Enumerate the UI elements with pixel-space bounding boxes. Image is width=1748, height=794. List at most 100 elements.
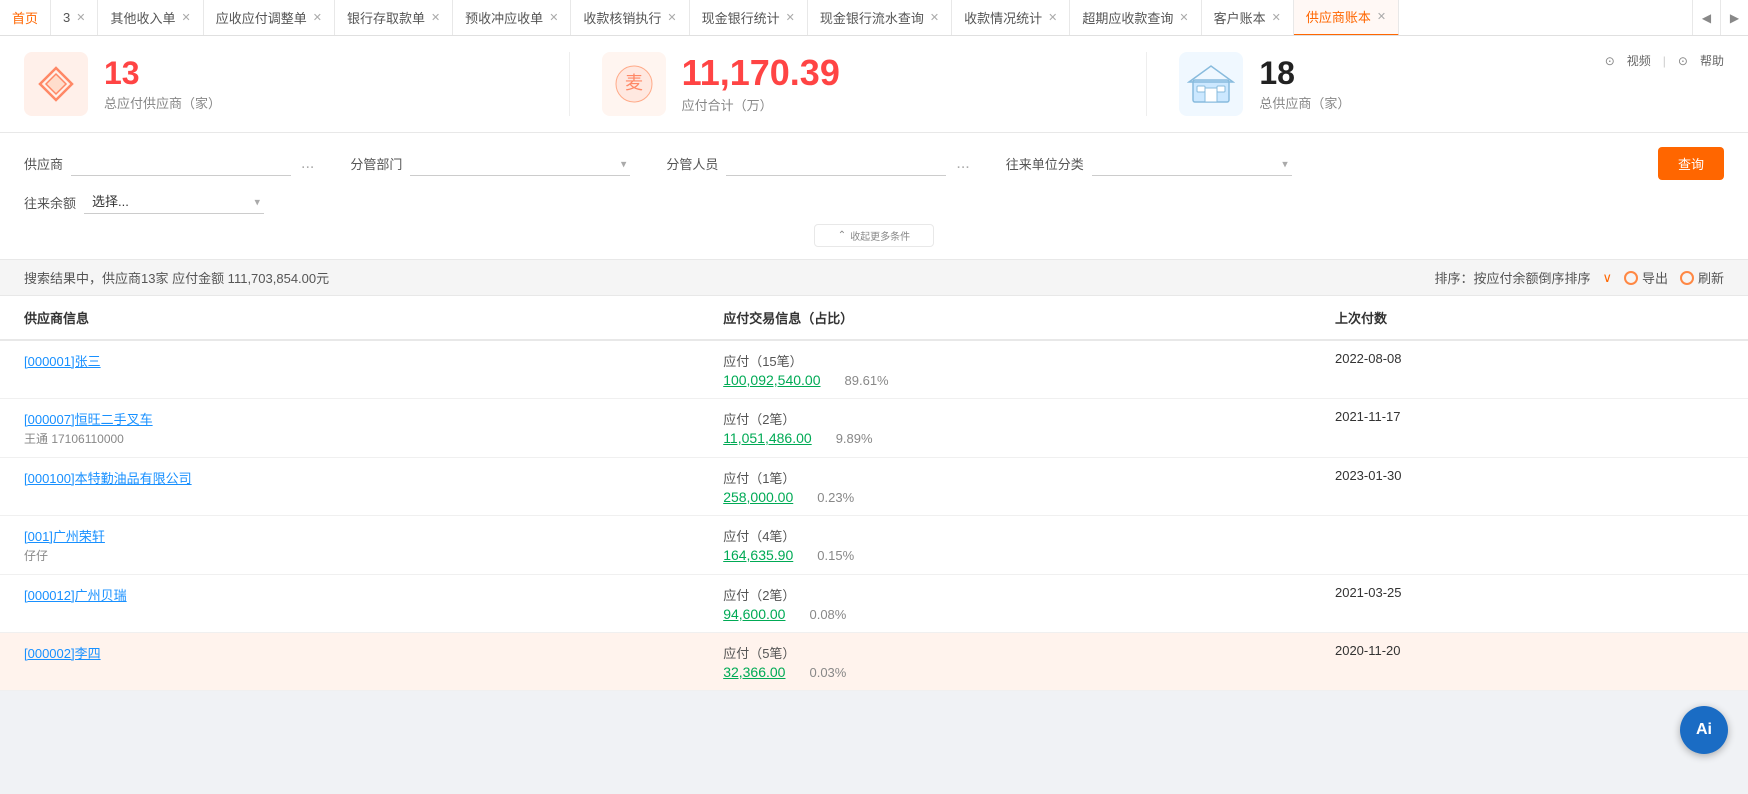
amount-label: 应付合计（万） bbox=[682, 95, 840, 114]
nav-tab-ar-ap-adjust[interactable]: 应收应付调整单 ✕ bbox=[204, 0, 335, 36]
balance-select[interactable]: 选择... bbox=[84, 190, 264, 214]
pay-amount-row: 258,000.000.23% bbox=[723, 489, 1287, 505]
supplier-link[interactable]: [000002]李四 bbox=[24, 646, 101, 661]
sort-arrow[interactable]: ∨ bbox=[1602, 270, 1612, 286]
svg-text:麦: 麦 bbox=[625, 73, 643, 93]
nav-tab-cash-flow[interactable]: 现金银行流水查询 ✕ bbox=[808, 0, 952, 36]
category-label: 往来单位分类 bbox=[1006, 154, 1084, 173]
table-header-row: 供应商信息 应付交易信息（占比） 上次付数 bbox=[0, 296, 1748, 340]
table-row: [000100]本特勤油品有限公司应付（1笔）258,000.000.23%20… bbox=[0, 458, 1748, 516]
pay-label: 应付（2笔） bbox=[723, 409, 1287, 428]
close-icon[interactable]: ✕ bbox=[181, 11, 190, 24]
nav-tab-label: 应收应付调整单 bbox=[216, 8, 307, 27]
nav-tab-home[interactable]: 首页 bbox=[0, 0, 51, 36]
person-label: 分管人员 bbox=[666, 154, 718, 173]
refresh-button[interactable]: 刷新 bbox=[1680, 268, 1724, 287]
filter-category: 往来单位分类 bbox=[1006, 152, 1292, 176]
person-input[interactable] bbox=[726, 152, 946, 176]
summary-card-amount: 麦 11,170.39 应付合计（万） bbox=[569, 52, 1147, 116]
category-select[interactable] bbox=[1092, 152, 1292, 176]
table-row: [000012]广州贝瑞应付（2笔）94,600.000.08%2021-03-… bbox=[0, 575, 1748, 633]
results-info: 搜索结果中，供应商13家 应付金额 111,703,854.00元 bbox=[24, 268, 1434, 287]
pay-amount[interactable]: 11,051,486.00 bbox=[723, 430, 812, 446]
close-icon[interactable]: ✕ bbox=[549, 11, 558, 24]
supplier-link[interactable]: [000100]本特勤油品有限公司 bbox=[24, 471, 192, 486]
close-icon[interactable]: ✕ bbox=[1048, 11, 1057, 24]
pay-amount[interactable]: 164,635.90 bbox=[723, 547, 793, 563]
supplier-label: 供应商 bbox=[24, 154, 63, 173]
person-dots: ... bbox=[956, 155, 969, 173]
nav-tab-bank[interactable]: 银行存取款单 ✕ bbox=[335, 0, 453, 36]
dept-select[interactable] bbox=[410, 152, 630, 176]
nav-tab-label: 3 bbox=[63, 10, 70, 25]
pay-amount-row: 100,092,540.00 89.61% bbox=[723, 372, 1287, 388]
nav-tab-prepay[interactable]: 预收冲应收单 ✕ bbox=[453, 0, 571, 36]
supplier-input[interactable] bbox=[71, 152, 291, 176]
table-row: [000001]张三应付（15笔）100,092,540.0089.61%202… bbox=[0, 340, 1748, 399]
pay-amount[interactable]: 32,366.00 bbox=[723, 664, 785, 680]
payment-cell: 应付（2笔）94,600.000.08% bbox=[699, 575, 1311, 633]
close-icon[interactable]: ✕ bbox=[786, 11, 795, 24]
nav-tab-other-income[interactable]: 其他收入单 ✕ bbox=[98, 0, 203, 36]
nav-tab-overdue[interactable]: 超期应收款查询 ✕ bbox=[1070, 0, 1201, 36]
close-icon[interactable]: ✕ bbox=[431, 11, 440, 24]
top-right-links: ⊙ 视频 | ⊙ 帮助 bbox=[1605, 52, 1724, 69]
collapse-button[interactable]: ⌃ 收起更多条件 bbox=[814, 224, 934, 247]
col-header-supplier: 供应商信息 bbox=[0, 296, 699, 340]
help-link[interactable]: 帮助 bbox=[1700, 52, 1724, 69]
filter-dept: 分管部门 bbox=[350, 152, 630, 176]
divider: | bbox=[1663, 54, 1666, 68]
export-icon bbox=[1624, 271, 1638, 285]
pay-percentage: 9.89% bbox=[836, 431, 873, 446]
supplier-link[interactable]: [000007]恒旺二手叉车 bbox=[24, 412, 153, 427]
nav-tab-customer-ledger[interactable]: 客户账本 ✕ bbox=[1202, 0, 1294, 36]
collapse-label: 收起更多条件 bbox=[850, 228, 910, 243]
nav-tab-collection[interactable]: 收款核销执行 ✕ bbox=[571, 0, 689, 36]
filter-area: 供应商 ... 分管部门 分管人员 ... 往来单位分类 bbox=[0, 133, 1748, 260]
pay-percentage: 89.61% bbox=[845, 373, 889, 388]
close-icon[interactable]: ✕ bbox=[76, 11, 85, 24]
collapse-area: ⌃ 收起更多条件 bbox=[24, 224, 1724, 247]
pay-amount[interactable]: 94,600.00 bbox=[723, 606, 785, 622]
dept-select-wrapper bbox=[410, 152, 630, 176]
ai-badge[interactable]: Ai bbox=[1680, 706, 1728, 754]
supplier-link[interactable]: [001]广州荣轩 bbox=[24, 529, 105, 544]
payment-cell: 应付（15笔） 100,092,540.00 89.61% bbox=[699, 340, 1311, 399]
last-pay-cell: 2020-11-20 bbox=[1311, 633, 1748, 691]
close-icon[interactable]: ✕ bbox=[313, 11, 322, 24]
nav-tab-cash-bank-stat[interactable]: 现金银行统计 ✕ bbox=[690, 0, 808, 36]
close-icon[interactable]: ✕ bbox=[1377, 10, 1386, 23]
supplier-cell: [000100]本特勤油品有限公司 bbox=[0, 458, 699, 516]
export-button[interactable]: 导出 bbox=[1624, 268, 1668, 287]
table-row: [001]广州荣轩仔仔应付（4笔）164,635.900.15% bbox=[0, 516, 1748, 575]
pay-amount[interactable]: 100,092,540.00 bbox=[723, 372, 820, 388]
nav-tab-supplier-ledger[interactable]: 供应商账本 ✕ bbox=[1294, 0, 1399, 36]
total-value: 18 bbox=[1259, 57, 1350, 89]
nav-tab-3[interactable]: 3 ✕ bbox=[51, 0, 98, 36]
pay-amount[interactable]: 258,000.00 bbox=[723, 489, 793, 505]
last-pay-cell: 2023-01-30 bbox=[1311, 458, 1748, 516]
results-actions: 排序：按应付余额倒序排序 ∨ 导出 刷新 bbox=[1434, 268, 1724, 287]
pay-label: 应付（4笔） bbox=[723, 526, 1287, 545]
card-content-suppliers: 13 总应付供应商（家） bbox=[104, 57, 221, 112]
nav-tab-label: 收款核销执行 bbox=[583, 8, 661, 27]
supplier-link[interactable]: [000001]张三 bbox=[24, 354, 101, 369]
pay-label: 应付（15笔） bbox=[723, 351, 1287, 370]
nav-tab-collection-stat[interactable]: 收款情况统计 ✕ bbox=[952, 0, 1070, 36]
supplier-link[interactable]: [000012]广州贝瑞 bbox=[24, 588, 127, 603]
nav-arrow-left[interactable]: ◀ bbox=[1692, 0, 1720, 36]
nav-tab-label: 超期应收款查询 bbox=[1082, 8, 1173, 27]
close-icon[interactable]: ✕ bbox=[1179, 11, 1188, 24]
suppliers-value: 13 bbox=[104, 57, 221, 89]
supplier-cell: [000001]张三 bbox=[0, 340, 699, 399]
close-icon[interactable]: ✕ bbox=[667, 11, 676, 24]
video-link[interactable]: 视频 bbox=[1627, 52, 1651, 69]
search-button[interactable]: 查询 bbox=[1658, 147, 1724, 180]
close-icon[interactable]: ✕ bbox=[1272, 11, 1281, 24]
nav-tab-label: 客户账本 bbox=[1214, 8, 1266, 27]
nav-arrow-right[interactable]: ▶ bbox=[1720, 0, 1748, 36]
pay-amount-row: 94,600.000.08% bbox=[723, 606, 1287, 622]
card-content-amount: 11,170.39 应付合计（万） bbox=[682, 55, 840, 114]
close-icon[interactable]: ✕ bbox=[930, 11, 939, 24]
nav-tab-label: 其他收入单 bbox=[110, 8, 175, 27]
